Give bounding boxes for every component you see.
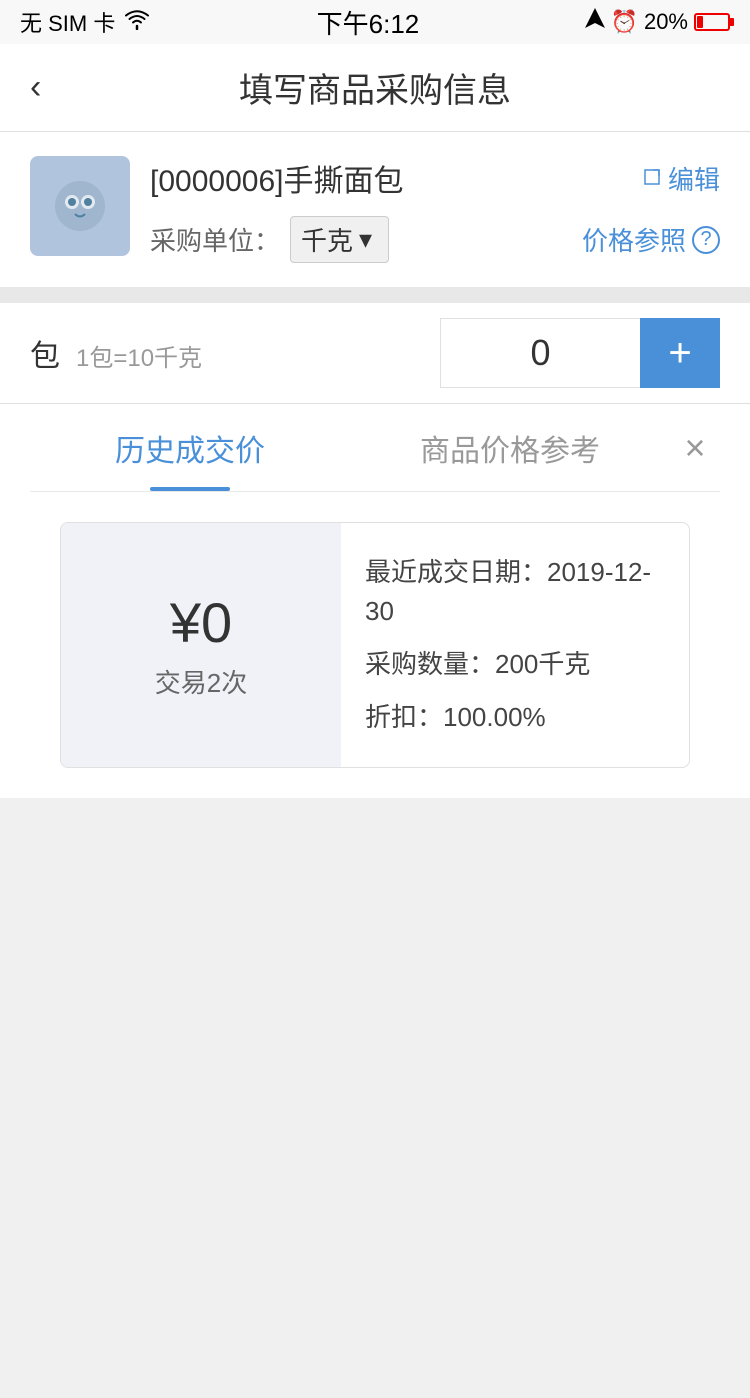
- status-bar: 无 SIM 卡 下午6:12 ⏰ 20%: [0, 0, 750, 44]
- location-icon: [585, 8, 605, 36]
- qty-plus-button[interactable]: +: [640, 318, 720, 388]
- status-time: 下午6:12: [317, 4, 420, 41]
- battery-pct: 20%: [644, 9, 688, 35]
- price-discount-row: 折扣：100.00%: [365, 698, 665, 737]
- unit-value: 千克: [301, 221, 353, 258]
- price-card-left: ¥0 交易2次: [61, 523, 341, 767]
- alarm-icon: ⏰: [611, 9, 638, 35]
- thick-divider: [0, 287, 750, 303]
- carrier-text: 无 SIM 卡: [20, 6, 115, 38]
- product-thumbnail: [30, 156, 130, 256]
- back-button[interactable]: ‹: [30, 68, 41, 107]
- product-name-row: [0000006]手撕面包 编辑: [150, 156, 720, 200]
- qty-value: 0: [530, 332, 550, 374]
- quantity-section: 包 1包=10千克 0 +: [0, 303, 750, 403]
- price-ref-label: 价格参照: [582, 221, 686, 258]
- edit-link[interactable]: 编辑: [642, 160, 720, 197]
- price-trades: 交易2次: [155, 663, 247, 700]
- price-card-right: 最近成交日期：2019-12-30 采购数量：200千克 折扣：100.00%: [341, 523, 689, 767]
- tab-close-button[interactable]: ×: [670, 423, 720, 473]
- dropdown-arrow-icon: ▾: [359, 224, 372, 255]
- qty-input[interactable]: 0: [440, 318, 640, 388]
- tab-history-price-label: 历史成交价: [115, 426, 265, 470]
- qty-unit: 包: [30, 331, 60, 375]
- tab-history-price[interactable]: 历史成交价: [30, 404, 350, 491]
- status-right: ⏰ 20%: [585, 8, 730, 36]
- tabs-row: 历史成交价 商品价格参考 ×: [30, 404, 720, 492]
- price-amount: ¥0: [170, 590, 232, 655]
- price-card: ¥0 交易2次 最近成交日期：2019-12-30 采购数量：200千克 折扣：…: [60, 522, 690, 768]
- price-qty-label: 采购数量：: [365, 649, 495, 679]
- price-date-label: 最近成交日期：: [365, 557, 547, 587]
- price-qty-row: 采购数量：200千克: [365, 645, 665, 684]
- price-ref-button[interactable]: 价格参照 ?: [582, 221, 720, 258]
- qty-hint: 1包=10千克: [76, 338, 202, 373]
- product-unit-row: 采购单位： 千克 ▾ 价格参照 ?: [150, 216, 720, 263]
- status-left: 无 SIM 卡: [20, 6, 151, 38]
- tab-price-ref-label: 商品价格参考: [420, 426, 600, 470]
- tab-active-underline: [150, 487, 230, 491]
- battery-icon: [694, 13, 730, 31]
- tab-section: 历史成交价 商品价格参考 × ¥0 交易2次 最近成交日期：2019-12-30…: [0, 404, 750, 798]
- product-name: [0000006]手撕面包: [150, 156, 403, 200]
- qty-input-group: 0 +: [440, 318, 720, 388]
- page-title: 填写商品采购信息: [239, 63, 511, 112]
- wifi-icon: [123, 8, 151, 36]
- question-icon: ?: [692, 226, 720, 254]
- unit-label: 采购单位： 千克 ▾: [150, 216, 389, 263]
- tab-price-ref[interactable]: 商品价格参考: [350, 404, 670, 491]
- qty-label-group: 包 1包=10千克: [30, 331, 202, 375]
- edit-label: 编辑: [668, 160, 720, 197]
- price-date-row: 最近成交日期：2019-12-30: [365, 553, 665, 631]
- price-card-wrapper: ¥0 交易2次 最近成交日期：2019-12-30 采购数量：200千克 折扣：…: [30, 492, 720, 798]
- price-discount-label: 折扣：: [365, 702, 443, 732]
- unit-select[interactable]: 千克 ▾: [290, 216, 389, 263]
- product-section: [0000006]手撕面包 编辑 采购单位： 千克 ▾: [0, 132, 750, 287]
- price-qty-value: 200千克: [495, 649, 590, 679]
- content-area: [0, 798, 750, 1398]
- product-row: [0000006]手撕面包 编辑 采购单位： 千克 ▾: [30, 156, 720, 263]
- product-info: [0000006]手撕面包 编辑 采购单位： 千克 ▾: [150, 156, 720, 263]
- header: ‹ 填写商品采购信息: [0, 44, 750, 132]
- price-discount-value: 100.00%: [443, 702, 546, 732]
